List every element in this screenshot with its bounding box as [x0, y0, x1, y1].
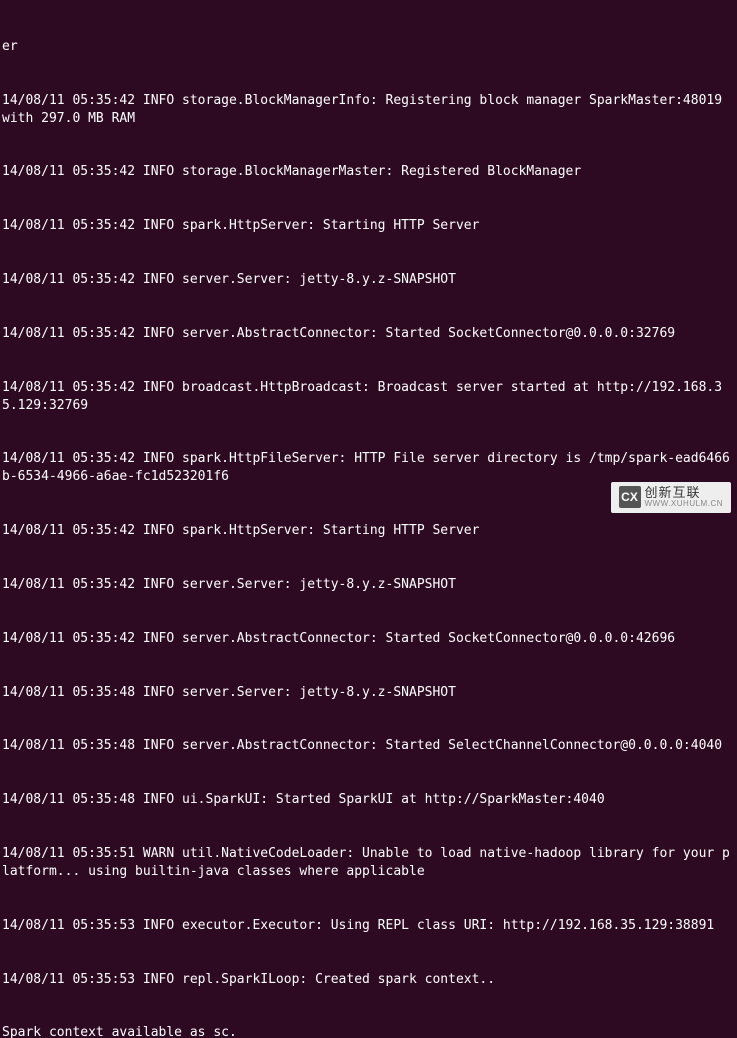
- log-line: 14/08/11 05:35:48 INFO server.Server: je…: [2, 684, 735, 702]
- watermark-main-text: 创新互联: [645, 486, 724, 500]
- log-line: 14/08/11 05:35:48 INFO server.AbstractCo…: [2, 737, 735, 755]
- watermark-badge: CX 创新互联 WWW.XUHULM.CN: [611, 482, 732, 513]
- log-line: 14/08/11 05:35:42 INFO server.AbstractCo…: [2, 325, 735, 343]
- log-line: 14/08/11 05:35:42 INFO broadcast.HttpBro…: [2, 379, 735, 415]
- watermark-logo-icon: CX: [619, 486, 641, 508]
- log-line: 14/08/11 05:35:42 INFO storage.BlockMana…: [2, 163, 735, 181]
- log-line: 14/08/11 05:35:42 INFO storage.BlockMana…: [2, 92, 735, 128]
- log-line: 14/08/11 05:35:42 INFO server.Server: je…: [2, 576, 735, 594]
- log-line: Spark context available as sc.: [2, 1024, 735, 1038]
- log-line: 14/08/11 05:35:42 INFO spark.HttpServer:…: [2, 522, 735, 540]
- log-line: 14/08/11 05:35:53 INFO executor.Executor…: [2, 917, 735, 935]
- log-line: 14/08/11 05:35:42 INFO spark.HttpFileSer…: [2, 450, 735, 486]
- terminal-output[interactable]: er 14/08/11 05:35:42 INFO storage.BlockM…: [2, 2, 735, 1038]
- watermark-text-box: 创新互联 WWW.XUHULM.CN: [645, 486, 724, 509]
- watermark-sub-text: WWW.XUHULM.CN: [645, 500, 724, 509]
- log-line: er: [2, 38, 735, 56]
- log-line: 14/08/11 05:35:53 INFO repl.SparkILoop: …: [2, 971, 735, 989]
- log-line: 14/08/11 05:35:42 INFO spark.HttpServer:…: [2, 217, 735, 235]
- log-line: 14/08/11 05:35:42 INFO server.Server: je…: [2, 271, 735, 289]
- log-line: 14/08/11 05:35:51 WARN util.NativeCodeLo…: [2, 845, 735, 881]
- log-line: 14/08/11 05:35:42 INFO server.AbstractCo…: [2, 630, 735, 648]
- log-line: 14/08/11 05:35:48 INFO ui.SparkUI: Start…: [2, 791, 735, 809]
